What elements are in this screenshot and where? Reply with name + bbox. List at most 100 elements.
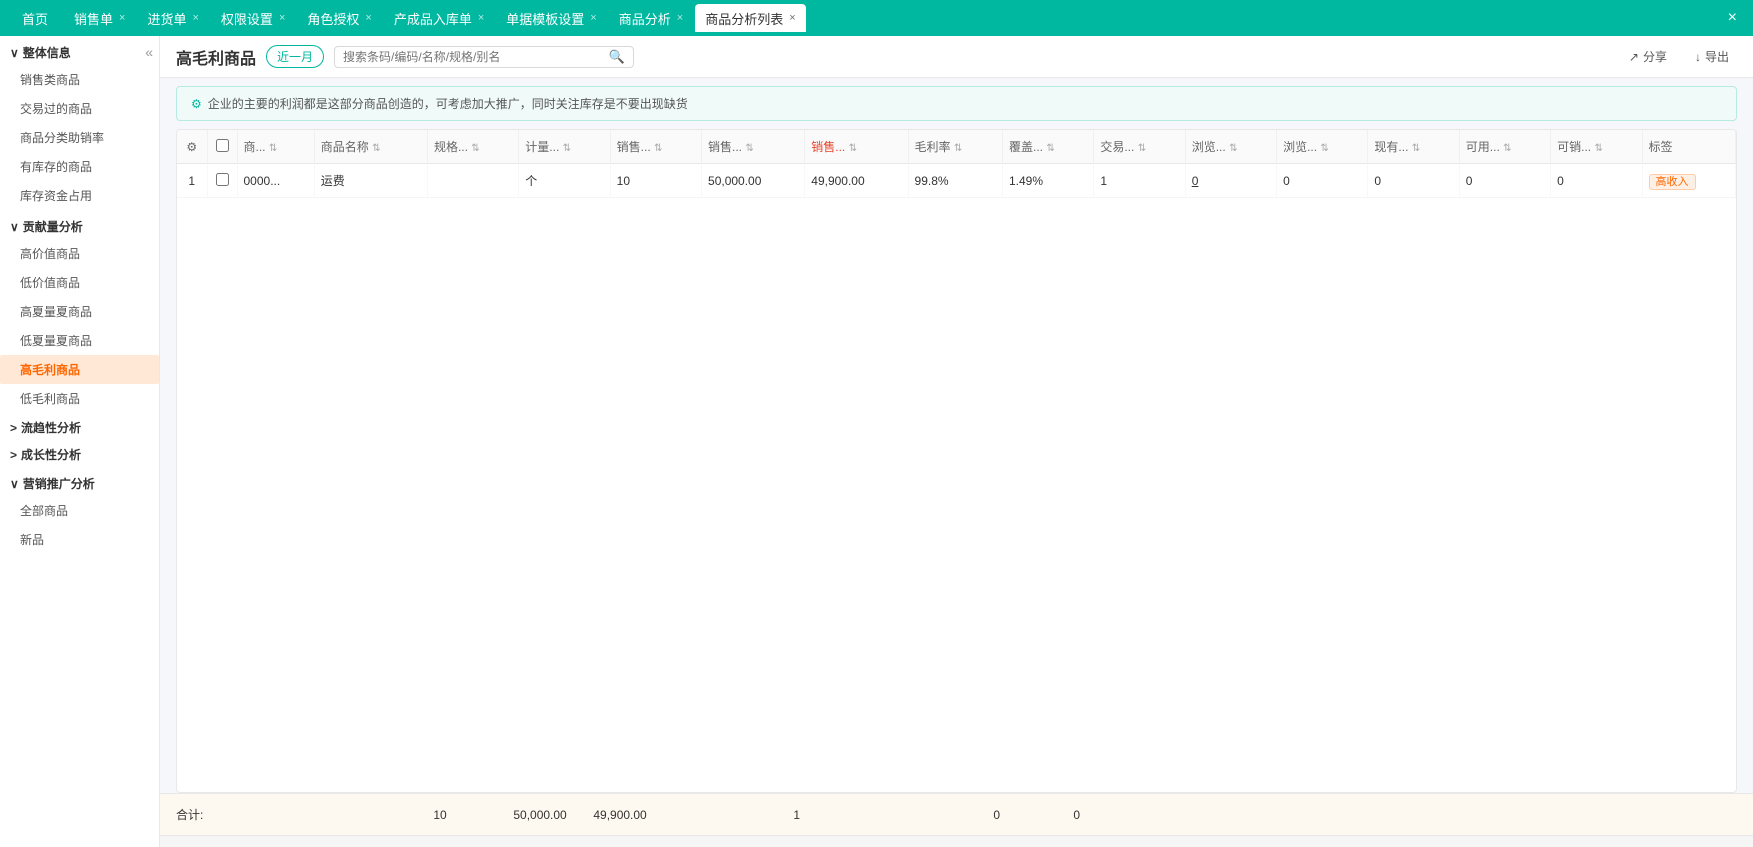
chevron-down-icon: ∨	[10, 46, 19, 60]
nav-home[interactable]: 首页	[8, 9, 62, 28]
row-browse2: 0	[1277, 164, 1368, 198]
sort-icon-sales-cost: ⇅	[849, 143, 857, 154]
browse1-link[interactable]: 0	[1192, 174, 1199, 188]
nav-tab-salesorder[interactable]: 销售单 ×	[64, 4, 135, 32]
sidebar-group-trend[interactable]: > 流趋性分析	[0, 413, 159, 440]
table-body: 1 0000... 运费 个 10 50,000.00 49,900.00 99…	[177, 164, 1736, 198]
export-icon: ↓	[1695, 50, 1701, 64]
time-filter-button[interactable]: 近一月	[266, 45, 324, 68]
info-icon: ⚙	[191, 97, 202, 111]
footer-sales-qty: 10	[423, 804, 503, 826]
sidebar-item-stock-capital[interactable]: 库存资金占用	[0, 181, 159, 210]
close-all-button[interactable]: ×	[1720, 9, 1745, 27]
sidebar-item-stock-goods[interactable]: 有库存的商品	[0, 152, 159, 181]
row-sales-cost: 49,900.00	[805, 164, 908, 198]
header-actions: ↗ 分享 ↓ 导出	[1621, 44, 1737, 69]
main-layout: « ∨ 整体信息 销售类商品 交易过的商品 商品分类助销率 有库存的商品 库存资…	[0, 36, 1753, 847]
sort-icon-sales-qty: ⇅	[654, 143, 662, 154]
close-productinbound-icon[interactable]: ×	[478, 12, 484, 24]
col-browse2[interactable]: 浏览... ⇅	[1277, 130, 1368, 164]
col-transaction[interactable]: 交易... ⇅	[1094, 130, 1185, 164]
col-label-available-stock: 可用...	[1466, 140, 1500, 154]
col-browse1[interactable]: 浏览... ⇅	[1185, 130, 1276, 164]
sidebar-item-category-rate[interactable]: 商品分类助销率	[0, 123, 159, 152]
col-label-current-stock: 现有...	[1374, 140, 1408, 154]
close-permissions-icon[interactable]: ×	[279, 12, 285, 24]
row-checkbox-cell[interactable]	[207, 164, 237, 198]
col-saleable[interactable]: 可销... ⇅	[1551, 130, 1642, 164]
col-coverage[interactable]: 覆盖... ⇅	[1002, 130, 1093, 164]
chevron-down-icon3: ∨	[10, 477, 19, 491]
sidebar-item-all-goods[interactable]: 全部商品	[0, 496, 159, 525]
close-purchase-icon[interactable]: ×	[192, 12, 198, 24]
nav-tab-purchase[interactable]: 进货单 ×	[137, 4, 208, 32]
search-icon[interactable]: 🔍	[609, 49, 625, 65]
close-salesorder-icon[interactable]: ×	[119, 12, 125, 24]
nav-tab-analysis-list[interactable]: 商品分析列表 ×	[695, 4, 805, 32]
col-checkbox[interactable]	[207, 130, 237, 164]
sidebar-item-new-goods[interactable]: 新品	[0, 525, 159, 554]
footer-spacer5	[923, 811, 983, 819]
row-checkbox[interactable]	[216, 173, 229, 186]
close-roles-icon[interactable]: ×	[365, 12, 371, 24]
export-button[interactable]: ↓ 导出	[1687, 44, 1737, 69]
sidebar-item-low-value[interactable]: 低价值商品	[0, 268, 159, 297]
nav-tab-template[interactable]: 单据模板设置 ×	[496, 4, 606, 32]
row-transaction: 1	[1094, 164, 1185, 198]
row-sales-qty: 10	[610, 164, 701, 198]
col-name[interactable]: 商品名称 ⇅	[314, 130, 427, 164]
nav-tab-analysis[interactable]: 商品分析 ×	[609, 4, 693, 32]
nav-tab-permissions[interactable]: 权限设置 ×	[211, 4, 295, 32]
sidebar-item-high-value[interactable]: 高价值商品	[0, 239, 159, 268]
row-available-stock: 0	[1459, 164, 1550, 198]
sidebar-item-high-margin[interactable]: 高毛利商品	[0, 355, 159, 384]
bottom-scrollbar[interactable]	[160, 835, 1753, 847]
close-analysis-icon[interactable]: ×	[677, 12, 683, 24]
col-sales-qty[interactable]: 销售... ⇅	[610, 130, 701, 164]
sidebar-item-traded-goods[interactable]: 交易过的商品	[0, 94, 159, 123]
footer-sales-amount: 50,000.00	[503, 804, 583, 826]
col-sku-code[interactable]: 商... ⇅	[237, 130, 314, 164]
nav-tab-roles[interactable]: 角色授权 ×	[297, 4, 381, 32]
search-input[interactable]	[343, 50, 605, 64]
top-nav: 首页 销售单 × 进货单 × 权限设置 × 角色授权 × 产成品入库单 × 单据…	[0, 0, 1753, 36]
footer-available-stock: 0	[1063, 804, 1143, 826]
share-button[interactable]: ↗ 分享	[1621, 44, 1675, 69]
content-area: 高毛利商品 近一月 🔍 ↗ 分享 ↓ 导出 ⚙ 企业的主要的利润都是这部分商品创…	[160, 36, 1753, 847]
col-gross-margin[interactable]: 毛利率 ⇅	[908, 130, 1002, 164]
sidebar-group-contribution[interactable]: ∨ 贡献量分析	[0, 210, 159, 239]
row-name: 运费	[314, 164, 427, 198]
nav-tab-productinbound[interactable]: 产成品入库单 ×	[384, 4, 494, 32]
sidebar-item-high-freq[interactable]: 高夏量夏商品	[0, 297, 159, 326]
sort-icon-gross-margin: ⇅	[954, 143, 962, 154]
row-gross-margin: 99.8%	[908, 164, 1002, 198]
row-spec	[427, 164, 518, 198]
col-current-stock[interactable]: 现有... ⇅	[1368, 130, 1459, 164]
footer-sales-cost: 49,900.00	[583, 804, 663, 826]
col-spec[interactable]: 规格... ⇅	[427, 130, 518, 164]
row-sku-code: 0000...	[237, 164, 314, 198]
col-sales-amount[interactable]: 销售... ⇅	[702, 130, 805, 164]
col-tag[interactable]: 标签	[1642, 130, 1736, 164]
close-template-icon[interactable]: ×	[590, 12, 596, 24]
sidebar-group-growth[interactable]: > 成长性分析	[0, 440, 159, 467]
footer-current-stock: 0	[983, 804, 1063, 826]
settings-icon[interactable]: ⚙	[186, 140, 197, 154]
select-all-checkbox[interactable]	[216, 139, 229, 152]
sidebar-item-low-freq[interactable]: 低夏量夏商品	[0, 326, 159, 355]
col-available-stock[interactable]: 可用... ⇅	[1459, 130, 1550, 164]
footer-spacer2	[663, 811, 723, 819]
col-unit[interactable]: 计量... ⇅	[519, 130, 610, 164]
sidebar-group-overview[interactable]: ∨ 整体信息	[0, 36, 159, 65]
col-settings[interactable]: ⚙	[177, 130, 207, 164]
row-browse1[interactable]: 0	[1185, 164, 1276, 198]
sort-icon-browse2: ⇅	[1320, 143, 1328, 154]
sidebar-item-sales-goods[interactable]: 销售类商品	[0, 65, 159, 94]
sort-icon-available-stock: ⇅	[1503, 143, 1511, 154]
close-analysis-list-icon[interactable]: ×	[789, 12, 795, 24]
sidebar-collapse-button[interactable]: «	[145, 44, 153, 60]
col-sales-cost[interactable]: 销售... ⇅	[805, 130, 908, 164]
sidebar-group-marketing[interactable]: ∨ 营销推广分析	[0, 467, 159, 496]
row-current-stock: 0	[1368, 164, 1459, 198]
sidebar-item-low-margin[interactable]: 低毛利商品	[0, 384, 159, 413]
